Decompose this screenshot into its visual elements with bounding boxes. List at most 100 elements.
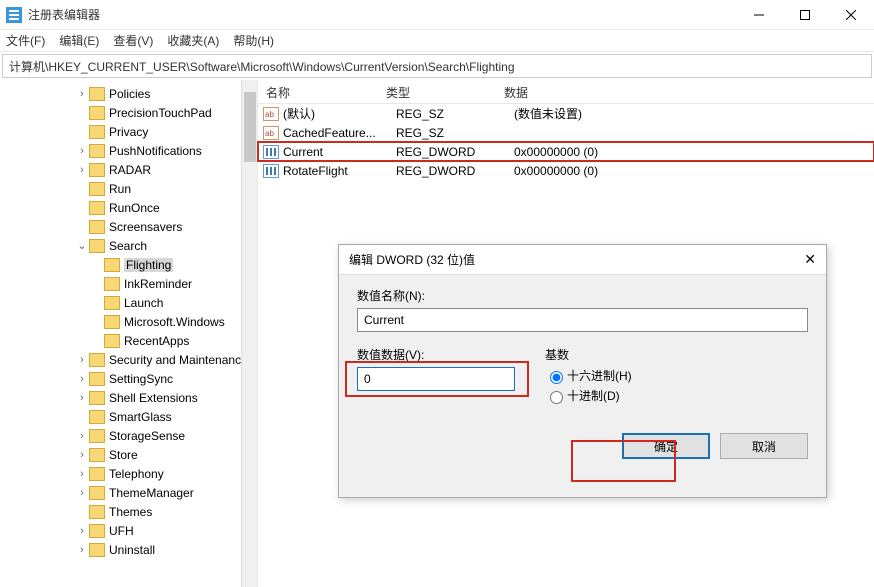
- cancel-button[interactable]: 取消: [720, 433, 808, 459]
- value-name: RotateFlight: [283, 164, 396, 178]
- tree-label: RunOnce: [109, 201, 160, 215]
- dialog-close-icon[interactable]: ✕: [804, 251, 816, 268]
- tree-node[interactable]: › StorageSense: [0, 426, 257, 445]
- value-data: (数值未设置): [514, 105, 874, 122]
- tree-label: PrecisionTouchPad: [109, 106, 212, 120]
- folder-icon: [89, 448, 105, 462]
- folder-icon: [104, 315, 120, 329]
- value-name: Current: [283, 145, 396, 159]
- value-type: REG_DWORD: [396, 145, 514, 159]
- tree-scrollbar[interactable]: [241, 80, 258, 587]
- tree-node[interactable]: Run: [0, 179, 257, 198]
- tree-label: StorageSense: [109, 429, 185, 443]
- value-name-input[interactable]: [357, 308, 808, 332]
- menu-help[interactable]: 帮助(H): [233, 32, 274, 49]
- expand-icon[interactable]: ⌄: [75, 239, 89, 252]
- expand-icon[interactable]: ›: [75, 164, 89, 176]
- dword-icon: [263, 164, 279, 178]
- menu-bar: 文件(F) 编辑(E) 查看(V) 收藏夹(A) 帮助(H): [0, 30, 874, 52]
- tree-node[interactable]: ›Shell Extensions: [0, 388, 257, 407]
- tree-node[interactable]: ›Uninstall: [0, 540, 257, 559]
- value-row[interactable]: (默认)REG_SZ(数值未设置): [258, 104, 874, 123]
- tree-node[interactable]: RecentApps: [0, 331, 257, 350]
- ok-button[interactable]: 确定: [622, 433, 710, 459]
- expand-icon[interactable]: ›: [75, 525, 89, 537]
- tree-node[interactable]: ⌄ Search: [0, 236, 257, 255]
- folder-icon: [89, 505, 105, 519]
- expand-icon[interactable]: ›: [75, 468, 89, 480]
- scrollbar-thumb[interactable]: [244, 92, 256, 162]
- dialog-titlebar[interactable]: 编辑 DWORD (32 位)值 ✕: [339, 245, 826, 275]
- tree-node[interactable]: › Policies: [0, 84, 257, 103]
- folder-icon: [89, 543, 105, 557]
- tree-label: UFH: [109, 524, 134, 538]
- address-text: 计算机\HKEY_CURRENT_USER\Software\Microsoft…: [9, 58, 515, 75]
- menu-file[interactable]: 文件(F): [6, 32, 45, 49]
- tree-node[interactable]: ›PushNotifications: [0, 141, 257, 160]
- folder-icon: [89, 486, 105, 500]
- expand-icon[interactable]: ›: [75, 544, 89, 556]
- tree-panel[interactable]: › Policies PrecisionTouchPad Privacy›PushNo…: [0, 80, 258, 587]
- tree-node[interactable]: ›RADAR: [0, 160, 257, 179]
- tree-node[interactable]: › ThemeManager: [0, 483, 257, 502]
- radio-dec-input[interactable]: [550, 391, 563, 404]
- radio-hex[interactable]: 十六进制(H): [545, 367, 632, 384]
- tree-node[interactable]: ›SettingSync: [0, 369, 257, 388]
- tree-node[interactable]: Microsoft.Windows: [0, 312, 257, 331]
- tree-node[interactable]: SmartGlass: [0, 407, 257, 426]
- value-type: REG_DWORD: [396, 164, 514, 178]
- tree-node[interactable]: › UFH: [0, 521, 257, 540]
- menu-view[interactable]: 查看(V): [113, 32, 153, 49]
- tree-label: Search: [109, 239, 147, 253]
- tree-node[interactable]: ›Telephony: [0, 464, 257, 483]
- tree-node[interactable]: › Store: [0, 445, 257, 464]
- expand-icon[interactable]: ›: [75, 487, 89, 499]
- value-row[interactable]: CachedFeature...REG_SZ: [258, 123, 874, 142]
- tree-node[interactable]: Themes: [0, 502, 257, 521]
- tree-node[interactable]: Privacy: [0, 122, 257, 141]
- tree-label: ThemeManager: [109, 486, 194, 500]
- tree-label: Policies: [109, 87, 150, 101]
- expand-icon[interactable]: ›: [75, 392, 89, 404]
- tree-node[interactable]: Flighting: [0, 255, 257, 274]
- col-type[interactable]: 类型: [378, 80, 496, 103]
- value-row[interactable]: CurrentREG_DWORD0x00000000 (0): [258, 142, 874, 161]
- dialog-title: 编辑 DWORD (32 位)值: [349, 251, 804, 268]
- expand-icon[interactable]: ›: [75, 449, 89, 461]
- folder-icon: [89, 524, 105, 538]
- string-icon: [263, 107, 279, 121]
- minimize-button[interactable]: [736, 0, 782, 29]
- radio-hex-label: 十六进制(H): [567, 367, 632, 384]
- tree-node[interactable]: InkReminder: [0, 274, 257, 293]
- value-data-input[interactable]: [357, 367, 515, 391]
- tree-label: Screensavers: [109, 220, 182, 234]
- value-data: 0x00000000 (0): [514, 164, 874, 178]
- tree-node[interactable]: ›Security and Maintenance: [0, 350, 257, 369]
- folder-icon: [89, 429, 105, 443]
- address-bar[interactable]: 计算机\HKEY_CURRENT_USER\Software\Microsoft…: [2, 54, 872, 78]
- expand-icon[interactable]: ›: [75, 88, 89, 100]
- tree-node[interactable]: RunOnce: [0, 198, 257, 217]
- col-data[interactable]: 数据: [496, 80, 874, 103]
- tree-node[interactable]: Launch: [0, 293, 257, 312]
- menu-favorites[interactable]: 收藏夹(A): [167, 32, 219, 49]
- folder-icon: [89, 391, 105, 405]
- close-button[interactable]: [828, 0, 874, 29]
- expand-icon[interactable]: ›: [75, 373, 89, 385]
- expand-icon[interactable]: ›: [75, 430, 89, 442]
- radio-hex-input[interactable]: [550, 371, 563, 384]
- value-row[interactable]: RotateFlightREG_DWORD0x00000000 (0): [258, 161, 874, 180]
- col-name[interactable]: 名称: [258, 80, 378, 103]
- folder-icon: [89, 201, 105, 215]
- tree-node[interactable]: Screensavers: [0, 217, 257, 236]
- tree-node[interactable]: PrecisionTouchPad: [0, 103, 257, 122]
- expand-icon[interactable]: ›: [75, 354, 89, 366]
- maximize-button[interactable]: [782, 0, 828, 29]
- radio-dec[interactable]: 十进制(D): [545, 387, 632, 404]
- expand-icon[interactable]: ›: [75, 145, 89, 157]
- menu-edit[interactable]: 编辑(E): [59, 32, 99, 49]
- tree-label: Store: [109, 448, 138, 462]
- tree-label: Run: [109, 182, 131, 196]
- folder-icon: [89, 467, 105, 481]
- folder-icon: [89, 163, 105, 177]
